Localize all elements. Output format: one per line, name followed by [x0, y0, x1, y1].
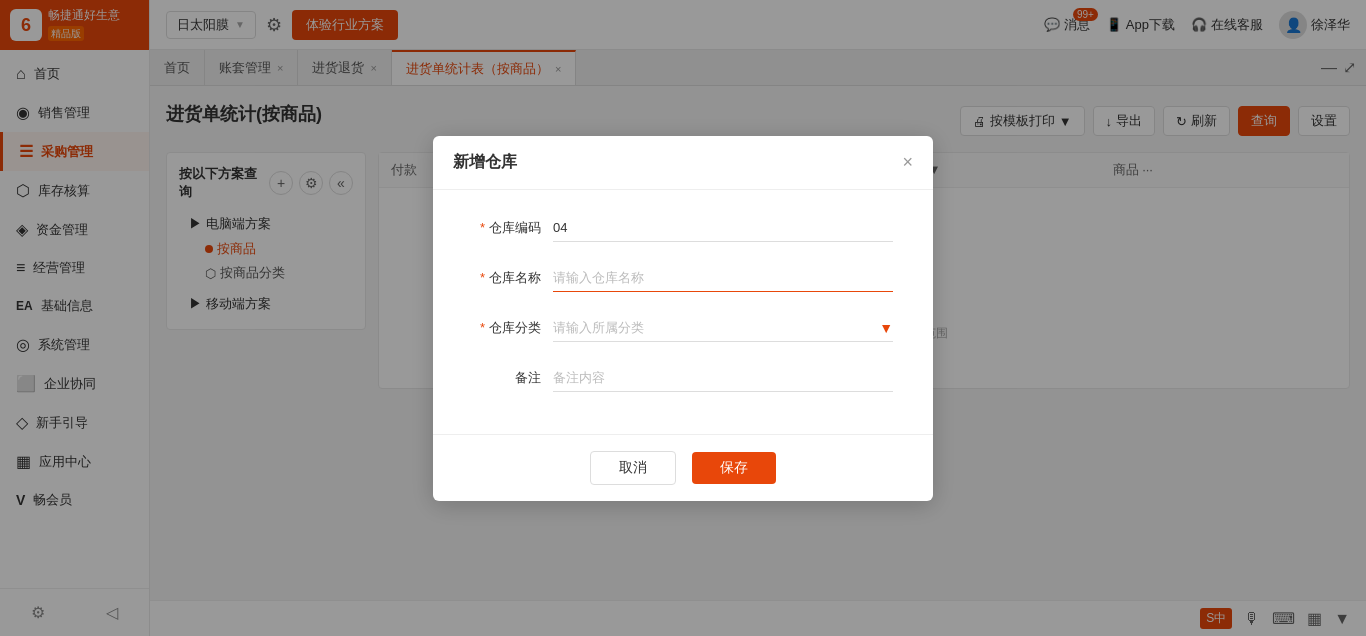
add-warehouse-modal: 新增仓库 × 仓库编码 仓库名称 仓库分类 请输入所属分类 ▼: [433, 136, 933, 501]
modal-header: 新增仓库 ×: [433, 136, 933, 190]
name-label: 仓库名称: [473, 269, 553, 287]
modal-overlay[interactable]: 新增仓库 × 仓库编码 仓库名称 仓库分类 请输入所属分类 ▼: [0, 0, 1366, 636]
form-row-name: 仓库名称: [473, 264, 893, 292]
modal-footer: 取消 保存: [433, 434, 933, 501]
remark-label: 备注: [473, 369, 553, 387]
modal-title: 新增仓库: [453, 152, 517, 173]
cancel-button[interactable]: 取消: [590, 451, 676, 485]
code-input[interactable]: [553, 214, 893, 242]
form-row-code: 仓库编码: [473, 214, 893, 242]
remark-input[interactable]: [553, 364, 893, 392]
category-label: 仓库分类: [473, 319, 553, 337]
form-row-category: 仓库分类 请输入所属分类 ▼: [473, 314, 893, 342]
modal-body: 仓库编码 仓库名称 仓库分类 请输入所属分类 ▼ 备注: [433, 190, 933, 434]
save-button[interactable]: 保存: [692, 452, 776, 484]
category-select[interactable]: 请输入所属分类: [553, 314, 893, 342]
code-label: 仓库编码: [473, 219, 553, 237]
category-select-wrapper: 请输入所属分类 ▼: [553, 314, 893, 342]
modal-close-button[interactable]: ×: [902, 152, 913, 173]
name-input[interactable]: [553, 264, 893, 292]
form-row-remark: 备注: [473, 364, 893, 392]
